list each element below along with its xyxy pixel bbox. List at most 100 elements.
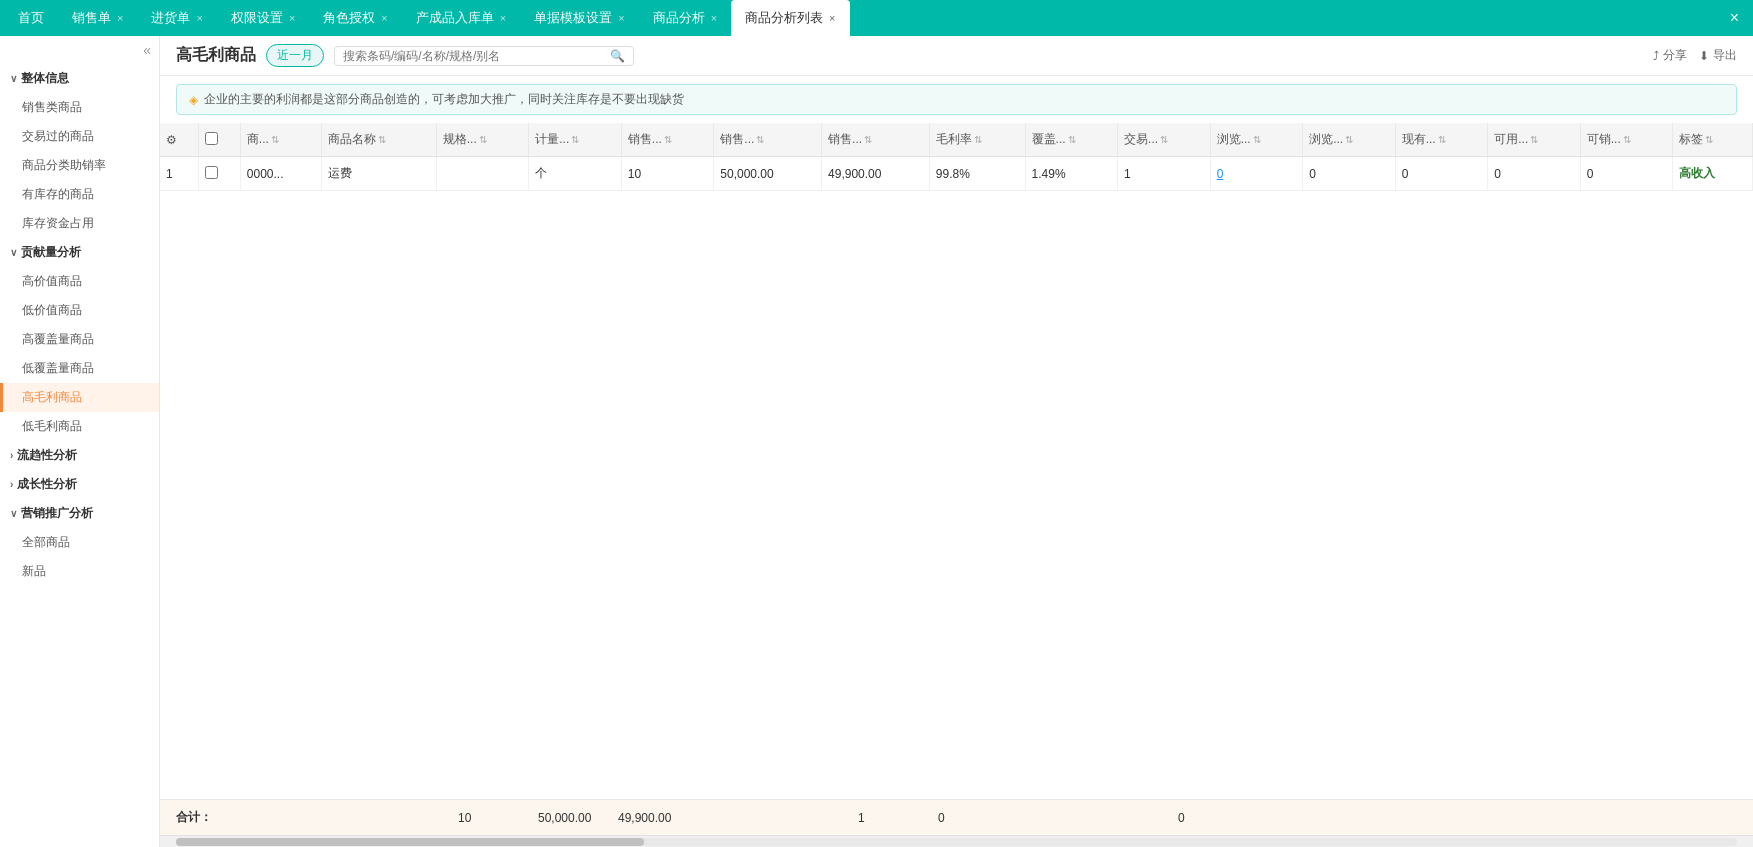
sort-icon-coverage: ⇅ [1068,134,1076,145]
sidebar-group-4[interactable]: ∨ 营销推广分析 [0,499,159,528]
export-btn[interactable]: ⬇ 导出 [1699,47,1737,64]
row-checkbox[interactable] [205,166,218,179]
sort-icon-unit: ⇅ [571,134,579,145]
col-header-sellable[interactable]: 可销... ⇅ [1580,123,1673,157]
sidebar-group-2[interactable]: › 流趋性分析 [0,441,159,470]
sidebar-item-0-0[interactable]: 销售类商品 [0,93,159,122]
nav-item-8[interactable]: 商品分析列表× [731,0,849,36]
nav-item-6[interactable]: 单据模板设置× [520,0,638,36]
sort-icon-browse2: ⇅ [1345,134,1353,145]
col-header-settings[interactable]: ⚙ [160,123,198,157]
nav-item-5[interactable]: 产成品入库单× [402,0,520,36]
nav-item-7[interactable]: 商品分析× [639,0,731,36]
sidebar-item-4-1[interactable]: 新品 [0,557,159,586]
sort-icon-gross_margin: ⇅ [974,134,982,145]
share-icon: ⤴ [1653,49,1659,63]
cell-available: 0 [1488,157,1581,191]
nav-close-3[interactable]: × [289,12,295,24]
browse1-link[interactable]: 0 [1217,167,1224,181]
horizontal-scrollbar[interactable] [160,835,1753,847]
cell-sellable: 0 [1580,157,1673,191]
sidebar-item-1-1[interactable]: 低价值商品 [0,296,159,325]
sidebar-item-0-4[interactable]: 库存资金占用 [0,209,159,238]
col-header-spec[interactable]: 规格... ⇅ [436,123,529,157]
col-header-browse1[interactable]: 浏览... ⇅ [1210,123,1303,157]
cell-sales_qty: 10 [621,157,714,191]
table-row: 10000...运费个1050,000.0049,900.0099.8%1.49… [160,157,1753,191]
top-navigation: 首页销售单×进货单×权限设置×角色授权×产成品入库单×单据模板设置×商品分析×商… [0,0,1753,36]
col-header-unit[interactable]: 计量... ⇅ [529,123,622,157]
nav-item-1[interactable]: 销售单× [58,0,137,36]
sidebar-item-1-0[interactable]: 高价值商品 [0,267,159,296]
group-arrow-2: › [10,450,13,461]
footer-available: 0 [1172,811,1252,825]
header-actions: ⤴ 分享 ⬇ 导出 [1653,47,1737,64]
sidebar-item-1-2[interactable]: 高覆盖量商品 [0,325,159,354]
nav-item-2[interactable]: 进货单× [137,0,216,36]
col-header-browse2[interactable]: 浏览... ⇅ [1303,123,1396,157]
group-arrow-1: ∨ [10,247,17,258]
col-header-code[interactable]: 商... ⇅ [240,123,321,157]
nav-close-5[interactable]: × [500,12,506,24]
share-label: 分享 [1663,47,1687,64]
nav-close-6[interactable]: × [618,12,624,24]
footer-sales-amount: 50,000.00 [532,811,612,825]
col-header-sales_amount[interactable]: 销售... ⇅ [714,123,822,157]
col-header-gross_margin[interactable]: 毛利率 ⇅ [929,123,1025,157]
table-footer: 合计： 10 50,000.00 49,900.00 1 0 0 [160,799,1753,835]
sidebar-group-0[interactable]: ∨ 整体信息 [0,64,159,93]
scrollbar-thumb[interactable] [176,838,644,846]
cell-no: 1 [160,157,198,191]
group-arrow-4: ∨ [10,508,17,519]
close-all-btn[interactable]: × [1720,9,1749,27]
footer-transaction: 1 [852,811,932,825]
nav-close-7[interactable]: × [711,12,717,24]
nav-close-8[interactable]: × [829,12,835,24]
cell-checkbox[interactable] [198,157,240,191]
col-header-name[interactable]: 商品名称 ⇅ [321,123,436,157]
sidebar-collapse-btn[interactable]: « [0,36,159,64]
sidebar-item-0-1[interactable]: 交易过的商品 [0,122,159,151]
col-header-coverage[interactable]: 覆盖... ⇅ [1025,123,1118,157]
col-header-sales_qty[interactable]: 销售... ⇅ [621,123,714,157]
sidebar-item-0-3[interactable]: 有库存的商品 [0,180,159,209]
scrollbar-track[interactable] [176,838,1737,846]
select-all-checkbox[interactable] [205,132,218,145]
search-box: 🔍 [334,46,634,66]
search-icon[interactable]: 🔍 [610,49,625,63]
sidebar-item-0-2[interactable]: 商品分类助销率 [0,151,159,180]
group-label-4: 营销推广分析 [21,505,93,522]
sort-icon-code: ⇅ [271,134,279,145]
col-header-tag[interactable]: 标签 ⇅ [1673,123,1753,157]
sort-icon-sales_amount: ⇅ [756,134,764,145]
export-icon: ⬇ [1699,49,1709,63]
cell-tag: 高收入 [1673,157,1753,191]
col-header-sales_profit[interactable]: 销售... ⇅ [822,123,930,157]
nav-item-4[interactable]: 角色授权× [309,0,401,36]
filter-recent-month-btn[interactable]: 近一月 [266,44,324,67]
export-label: 导出 [1713,47,1737,64]
sort-icon-current_stock: ⇅ [1438,134,1446,145]
nav-item-3[interactable]: 权限设置× [217,0,309,36]
sidebar-group-3[interactable]: › 成长性分析 [0,470,159,499]
col-header-available[interactable]: 可用... ⇅ [1488,123,1581,157]
sort-icon-name: ⇅ [378,134,386,145]
nav-close-1[interactable]: × [117,12,123,24]
table-container[interactable]: ⚙商... ⇅商品名称 ⇅规格... ⇅计量... ⇅销售... ⇅销售... … [160,123,1753,799]
sidebar-item-1-3[interactable]: 低覆盖量商品 [0,354,159,383]
col-header-transaction[interactable]: 交易... ⇅ [1118,123,1211,157]
search-input[interactable] [343,49,610,63]
sidebar-item-1-4[interactable]: 高毛利商品 [0,383,159,412]
sidebar-item-4-0[interactable]: 全部商品 [0,528,159,557]
sidebar-item-1-5[interactable]: 低毛利商品 [0,412,159,441]
col-header-current_stock[interactable]: 现有... ⇅ [1395,123,1488,157]
sidebar-group-1[interactable]: ∨ 贡献量分析 [0,238,159,267]
footer-gross-margin [692,811,772,825]
nav-close-2[interactable]: × [196,12,202,24]
col-header-checkbox[interactable] [198,123,240,157]
nav-close-4[interactable]: × [381,12,387,24]
share-btn[interactable]: ⤴ 分享 [1653,47,1687,64]
nav-item-0[interactable]: 首页 [4,0,58,36]
footer-sales-profit: 49,900.00 [612,811,692,825]
cell-browse1[interactable]: 0 [1210,157,1303,191]
